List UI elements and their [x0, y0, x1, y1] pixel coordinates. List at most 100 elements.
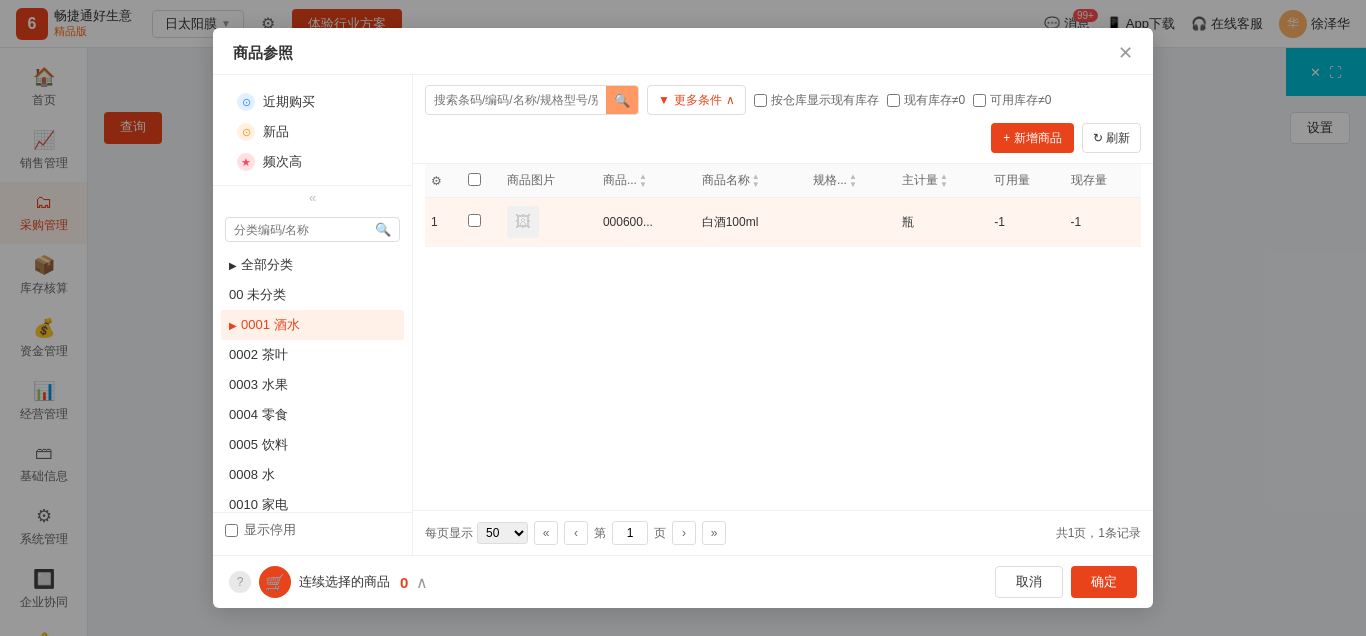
- category-0002-label: 0002 茶叶: [229, 346, 288, 364]
- modal-title: 商品参照: [233, 44, 293, 63]
- per-page-select[interactable]: 50 10 20 100: [477, 522, 528, 544]
- row-index: 1: [425, 198, 462, 247]
- new-products-item[interactable]: ⊙ 新品: [225, 117, 400, 147]
- product-table-area: ⚙ 商品图片 商品...: [413, 164, 1153, 510]
- show-disabled-label: 显示停用: [244, 521, 296, 539]
- th-settings[interactable]: ⚙: [425, 164, 462, 198]
- first-page-button[interactable]: «: [534, 521, 558, 545]
- available-ne0-checkbox[interactable]: [973, 94, 986, 107]
- row-image: 🖼: [501, 198, 597, 247]
- refresh-button[interactable]: ↻ 刷新: [1082, 123, 1141, 153]
- stock-ne0-filter: 现有库存≠0: [887, 92, 965, 109]
- collapse-icon: «: [309, 190, 316, 205]
- product-image-placeholder: 🖼: [507, 206, 539, 238]
- per-page-selector: 每页显示 50 10 20 100: [425, 522, 528, 544]
- category-0002[interactable]: 0002 茶叶: [221, 340, 404, 370]
- category-search-input[interactable]: [234, 223, 371, 237]
- th-image: 商品图片: [501, 164, 597, 198]
- pagination-info: 共1页，1条记录: [1056, 525, 1141, 542]
- filter-icon: ▼: [658, 93, 670, 107]
- modal-close-button[interactable]: ✕: [1118, 42, 1133, 64]
- modal-header: 商品参照 ✕: [213, 28, 1153, 75]
- th-unit-sort[interactable]: 主计量 ▲▼: [902, 172, 982, 189]
- modal-overlay: 商品参照 ✕ ⊙ 近期购买 ⊙ 新品 ★ 频次高: [0, 0, 1366, 636]
- row-stock: -1: [1065, 198, 1141, 247]
- category-all[interactable]: ▶ 全部分类: [221, 250, 404, 280]
- help-button[interactable]: ?: [229, 571, 251, 593]
- show-disabled-area: 显示停用: [213, 512, 412, 547]
- unit-sort-arrows: ▲▼: [940, 173, 948, 189]
- category-0003[interactable]: 0003 水果: [221, 370, 404, 400]
- th-spec-sort[interactable]: 规格... ▲▼: [813, 172, 890, 189]
- category-0005-label: 0005 饮料: [229, 436, 288, 454]
- category-0008-label: 0008 水: [229, 466, 275, 484]
- row-select-checkbox[interactable]: [468, 214, 481, 227]
- row-unit: 瓶: [896, 198, 988, 247]
- table-row[interactable]: 1 🖼 000600... 白酒100ml 瓶 -1 -1: [425, 198, 1141, 247]
- row-code: 000600...: [597, 198, 696, 247]
- freq-label: 频次高: [263, 153, 302, 171]
- product-table: ⚙ 商品图片 商品...: [425, 164, 1141, 247]
- th-code-label: 商品...: [603, 172, 637, 189]
- th-image-sort[interactable]: 商品图片: [507, 172, 591, 189]
- show-disabled-checkbox[interactable]: [225, 524, 238, 537]
- confirm-button[interactable]: 确定: [1071, 566, 1137, 598]
- category-0005[interactable]: 0005 饮料: [221, 430, 404, 460]
- category-0010[interactable]: 0010 家电: [221, 490, 404, 512]
- new-icon: ⊙: [237, 123, 255, 141]
- category-0004[interactable]: 0004 零食: [221, 400, 404, 430]
- per-page-label: 每页显示: [425, 525, 473, 542]
- page-number-input[interactable]: [612, 521, 648, 545]
- th-unit-label: 主计量: [902, 172, 938, 189]
- th-checkbox: [462, 164, 502, 198]
- th-available: 可用量: [988, 164, 1064, 198]
- code-sort-arrows: ▲▼: [639, 173, 647, 189]
- warehouse-filter: 按仓库显示现有库存: [754, 92, 879, 109]
- category-00[interactable]: 00 未分类: [221, 280, 404, 310]
- th-unit: 主计量 ▲▼: [896, 164, 988, 198]
- active-triangle-icon: ▶: [229, 320, 237, 331]
- th-name-label: 商品名称: [702, 172, 750, 189]
- product-search-group: 🔍: [425, 85, 639, 115]
- modal-body: ⊙ 近期购买 ⊙ 新品 ★ 频次高 «: [213, 75, 1153, 555]
- th-stock-label: 现存量: [1071, 173, 1107, 187]
- last-page-button[interactable]: »: [702, 521, 726, 545]
- stock-ne0-label: 现有库存≠0: [904, 92, 965, 109]
- next-page-button[interactable]: ›: [672, 521, 696, 545]
- cancel-button[interactable]: 取消: [995, 566, 1063, 598]
- more-filter-button[interactable]: ▼ 更多条件 ∧: [647, 85, 746, 115]
- quick-access: ⊙ 近期购买 ⊙ 新品 ★ 频次高: [213, 83, 412, 181]
- filter-chevron-icon: ∧: [726, 93, 735, 107]
- th-stock: 现存量: [1065, 164, 1141, 198]
- row-checkbox[interactable]: [462, 198, 502, 247]
- th-code: 商品... ▲▼: [597, 164, 696, 198]
- prev-page-button[interactable]: ‹: [564, 521, 588, 545]
- category-all-label: 全部分类: [241, 256, 293, 274]
- collapse-button[interactable]: «: [213, 185, 412, 209]
- freq-items-item[interactable]: ★ 频次高: [225, 147, 400, 177]
- recent-icon: ⊙: [237, 93, 255, 111]
- category-tree: ▶ 全部分类 00 未分类 ▶ 0001 酒水 0002 茶叶 0003 水果: [213, 250, 412, 512]
- select-all-checkbox[interactable]: [468, 173, 481, 186]
- search-icon: 🔍: [614, 93, 630, 108]
- product-search-input[interactable]: [426, 93, 606, 107]
- freq-icon: ★: [237, 153, 255, 171]
- recent-purchases-item[interactable]: ⊙ 近期购买: [225, 87, 400, 117]
- search-icon[interactable]: 🔍: [375, 222, 391, 237]
- pagination: 每页显示 50 10 20 100 « ‹ 第 页 › »: [413, 510, 1153, 555]
- add-product-button[interactable]: + 新增商品: [991, 123, 1073, 153]
- stock-ne0-checkbox[interactable]: [887, 94, 900, 107]
- row-name: 白酒100ml: [696, 198, 807, 247]
- category-00-label: 00 未分类: [229, 286, 286, 304]
- cart-icon[interactable]: 🛒: [259, 566, 291, 598]
- th-code-sort[interactable]: 商品... ▲▼: [603, 172, 690, 189]
- category-0001[interactable]: ▶ 0001 酒水: [221, 310, 404, 340]
- category-0004-label: 0004 零食: [229, 406, 288, 424]
- th-name-sort[interactable]: 商品名称 ▲▼: [702, 172, 801, 189]
- expand-triangle-icon: ▶: [229, 260, 237, 271]
- product-search-button[interactable]: 🔍: [606, 86, 638, 114]
- name-sort-arrows: ▲▼: [752, 173, 760, 189]
- warehouse-checkbox[interactable]: [754, 94, 767, 107]
- footer-collapse-icon[interactable]: ∧: [416, 573, 428, 592]
- category-0008[interactable]: 0008 水: [221, 460, 404, 490]
